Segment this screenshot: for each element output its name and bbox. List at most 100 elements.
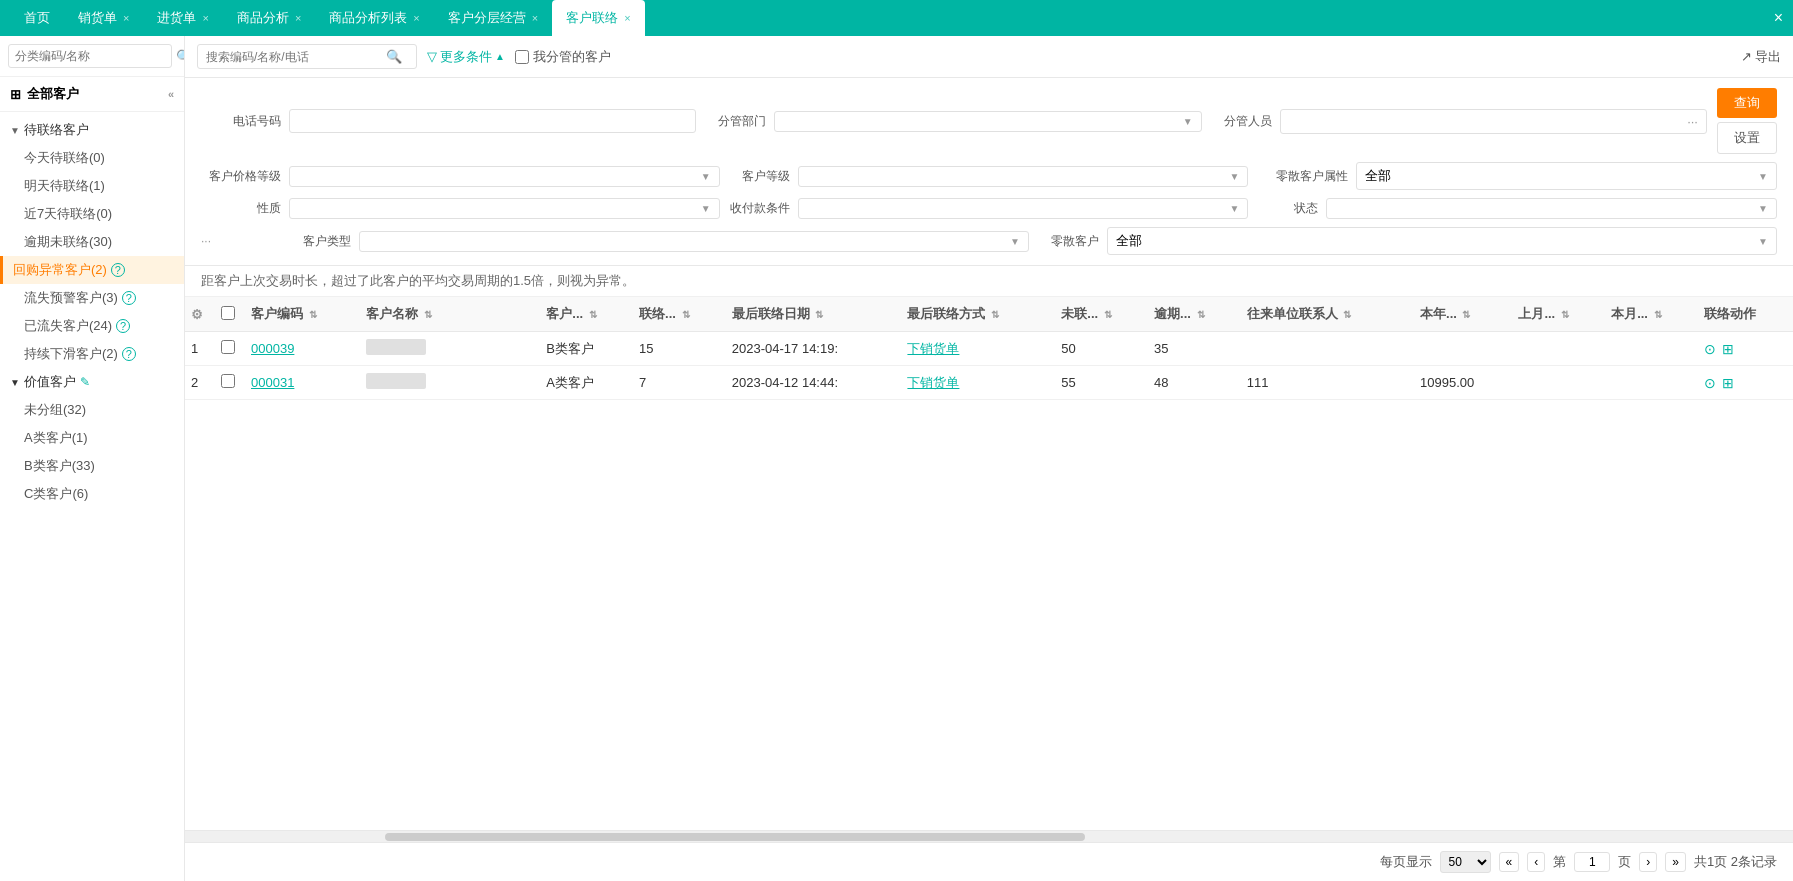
sidebar-pending-group[interactable]: ▼ 待联络客户 xyxy=(0,116,184,144)
nav-analysis-close[interactable]: × xyxy=(295,12,301,24)
nav-purchase[interactable]: 进货单 × xyxy=(143,0,222,36)
nav-customer-contact[interactable]: 客户联络 × xyxy=(552,0,644,36)
tomorrow-label: 明天待联络(1) xyxy=(24,177,105,195)
select-all-checkbox[interactable] xyxy=(221,306,235,320)
prev-page-btn[interactable]: ‹ xyxy=(1527,852,1545,872)
nav-analysis-list-close[interactable]: × xyxy=(413,12,419,24)
set-button[interactable]: 设置 xyxy=(1717,122,1777,154)
sidebar-item-repeat-buy[interactable]: 回购异常客户(2) ? xyxy=(0,256,184,284)
sidebar-item-unclassified[interactable]: 未分组(32) xyxy=(0,396,184,424)
nav-home[interactable]: 首页 xyxy=(10,0,64,36)
col-unlisted[interactable]: 未联... ⇅ xyxy=(1055,297,1148,332)
today-label: 今天待联络(0) xyxy=(24,149,105,167)
col-this-year[interactable]: 本年... ⇅ xyxy=(1414,297,1512,332)
row1-num: 1 xyxy=(185,332,215,366)
nav-customer-contact-label: 客户联络 xyxy=(566,9,618,27)
sidebar-item-class-b[interactable]: B类客户(33) xyxy=(0,452,184,480)
sidebar-item-class-c[interactable]: C类客户(6) xyxy=(0,480,184,508)
filter-status-select[interactable]: ▼ xyxy=(1326,198,1777,219)
search-input[interactable] xyxy=(206,50,386,64)
my-customers-checkbox[interactable] xyxy=(515,50,529,64)
sidebar-search-icon[interactable]: 🔍 xyxy=(176,49,185,64)
sidebar-item-overdue[interactable]: 逾期未联络(30) xyxy=(0,228,184,256)
nav-customer-segment[interactable]: 客户分层经营 × xyxy=(434,0,552,36)
payment-dropdown-icon: ▼ xyxy=(1229,203,1239,214)
filter-dept-select[interactable]: ▼ xyxy=(774,111,1201,132)
retail-customer-dropdown-icon: ▼ xyxy=(1758,236,1768,247)
col-name[interactable]: 客户名称 ⇅ xyxy=(360,297,540,332)
sidebar-search-input[interactable] xyxy=(8,44,172,68)
row2-view-icon[interactable]: ⊙ xyxy=(1704,375,1716,391)
filter-price-level-label: 客户价格等级 xyxy=(201,168,281,185)
col-overdue[interactable]: 逾期... ⇅ xyxy=(1148,297,1241,332)
filter-nature-select[interactable]: ▼ xyxy=(289,198,720,219)
type-sort-icon: ⇅ xyxy=(589,309,597,320)
sidebar-item-7days[interactable]: 近7天待联络(0) xyxy=(0,200,184,228)
table-area[interactable]: ⚙ 客户编码 ⇅ 客户名称 ⇅ xyxy=(185,297,1793,830)
row1-this-month xyxy=(1605,332,1698,366)
filter-phone-input[interactable] xyxy=(289,109,696,133)
last-page-btn[interactable]: » xyxy=(1665,852,1686,872)
more-filter-link[interactable]: ··· xyxy=(201,234,211,248)
scrollbar-thumb[interactable] xyxy=(385,833,1085,841)
row1-view-icon[interactable]: ⊙ xyxy=(1704,341,1716,357)
row1-more-icon[interactable]: ⊞ xyxy=(1722,341,1734,357)
query-button[interactable]: 查询 xyxy=(1717,88,1777,118)
sidebar-item-class-a[interactable]: A类客户(1) xyxy=(0,424,184,452)
row1-checkbox[interactable] xyxy=(221,340,235,354)
nav-customer-contact-close[interactable]: × xyxy=(624,12,630,24)
row1-last-method[interactable]: 下销货单 xyxy=(901,332,1055,366)
col-last-month[interactable]: 上月... ⇅ xyxy=(1512,297,1605,332)
col-last-date[interactable]: 最后联络日期 ⇅ xyxy=(726,297,902,332)
row2-code[interactable]: 000031 xyxy=(245,366,360,400)
first-page-btn[interactable]: « xyxy=(1499,852,1520,872)
grid-icon: ⊞ xyxy=(10,87,21,102)
sidebar: 🔍 ⊞ 全部客户 « ▼ 待联络客户 今天待联络(0) 明天待联络(1) 近7天… xyxy=(0,36,185,881)
declining-info-icon: ? xyxy=(122,347,136,361)
row2-more-icon[interactable]: ⊞ xyxy=(1722,375,1734,391)
export-btn[interactable]: ↗ 导出 xyxy=(1741,48,1781,66)
sidebar-item-lost-warning[interactable]: 流失预警客户(3) ? xyxy=(0,284,184,312)
row1-checkbox-cell xyxy=(215,332,245,366)
value-group-edit-icon[interactable]: ✎ xyxy=(80,375,90,389)
nav-sales-close[interactable]: × xyxy=(123,12,129,24)
nav-customer-segment-close[interactable]: × xyxy=(532,12,538,24)
filter-payment-select[interactable]: ▼ xyxy=(798,198,1249,219)
row2-checkbox[interactable] xyxy=(221,374,235,388)
page-input[interactable] xyxy=(1574,852,1610,872)
manager-more-icon: ··· xyxy=(1687,114,1698,129)
col-type[interactable]: 客户... ⇅ xyxy=(540,297,633,332)
col-settings[interactable]: ⚙ xyxy=(185,297,215,332)
row1-code[interactable]: 000039 xyxy=(245,332,360,366)
horizontal-scrollbar[interactable] xyxy=(185,830,1793,842)
col-contact-person[interactable]: 往来单位联系人 ⇅ xyxy=(1241,297,1414,332)
row2-last-method[interactable]: 下销货单 xyxy=(901,366,1055,400)
col-this-month[interactable]: 本月... ⇅ xyxy=(1605,297,1698,332)
col-code[interactable]: 客户编码 ⇅ xyxy=(245,297,360,332)
nav-sales[interactable]: 销货单 × xyxy=(64,0,143,36)
sidebar-item-tomorrow[interactable]: 明天待联络(1) xyxy=(0,172,184,200)
row1-overdue: 35 xyxy=(1148,332,1241,366)
col-last-method[interactable]: 最后联络方式 ⇅ xyxy=(901,297,1055,332)
settings-icon[interactable]: ⚙ xyxy=(191,307,203,322)
nav-analysis[interactable]: 商品分析 × xyxy=(223,0,315,36)
window-close-icon[interactable]: × xyxy=(1774,9,1783,27)
col-contact[interactable]: 联络... ⇅ xyxy=(633,297,726,332)
filter-retail-attr-select[interactable]: 全部 ▼ xyxy=(1356,162,1777,190)
filter-customer-type-select[interactable]: ▼ xyxy=(359,231,1029,252)
next-page-btn[interactable]: › xyxy=(1639,852,1657,872)
per-page-select[interactable]: 50 20 100 xyxy=(1440,851,1491,873)
filter-manager-input[interactable]: ··· xyxy=(1280,109,1707,134)
sidebar-item-today[interactable]: 今天待联络(0) xyxy=(0,144,184,172)
filter-price-level-select[interactable]: ▼ xyxy=(289,166,720,187)
more-conditions-btn[interactable]: ▽ 更多条件 ▲ xyxy=(427,48,505,66)
nav-analysis-list[interactable]: 商品分析列表 × xyxy=(315,0,433,36)
filter-retail-customer-select[interactable]: 全部 ▼ xyxy=(1107,227,1777,255)
unlisted-sort-icon: ⇅ xyxy=(1104,309,1112,320)
sidebar-collapse-btn[interactable]: « xyxy=(168,88,174,100)
sidebar-value-group-header[interactable]: ▼ 价值客户 ✎ xyxy=(0,368,184,396)
sidebar-item-already-lost[interactable]: 已流失客户(24) ? xyxy=(0,312,184,340)
sidebar-item-declining[interactable]: 持续下滑客户(2) ? xyxy=(0,340,184,368)
filter-customer-level-select[interactable]: ▼ xyxy=(798,166,1249,187)
nav-purchase-close[interactable]: × xyxy=(202,12,208,24)
